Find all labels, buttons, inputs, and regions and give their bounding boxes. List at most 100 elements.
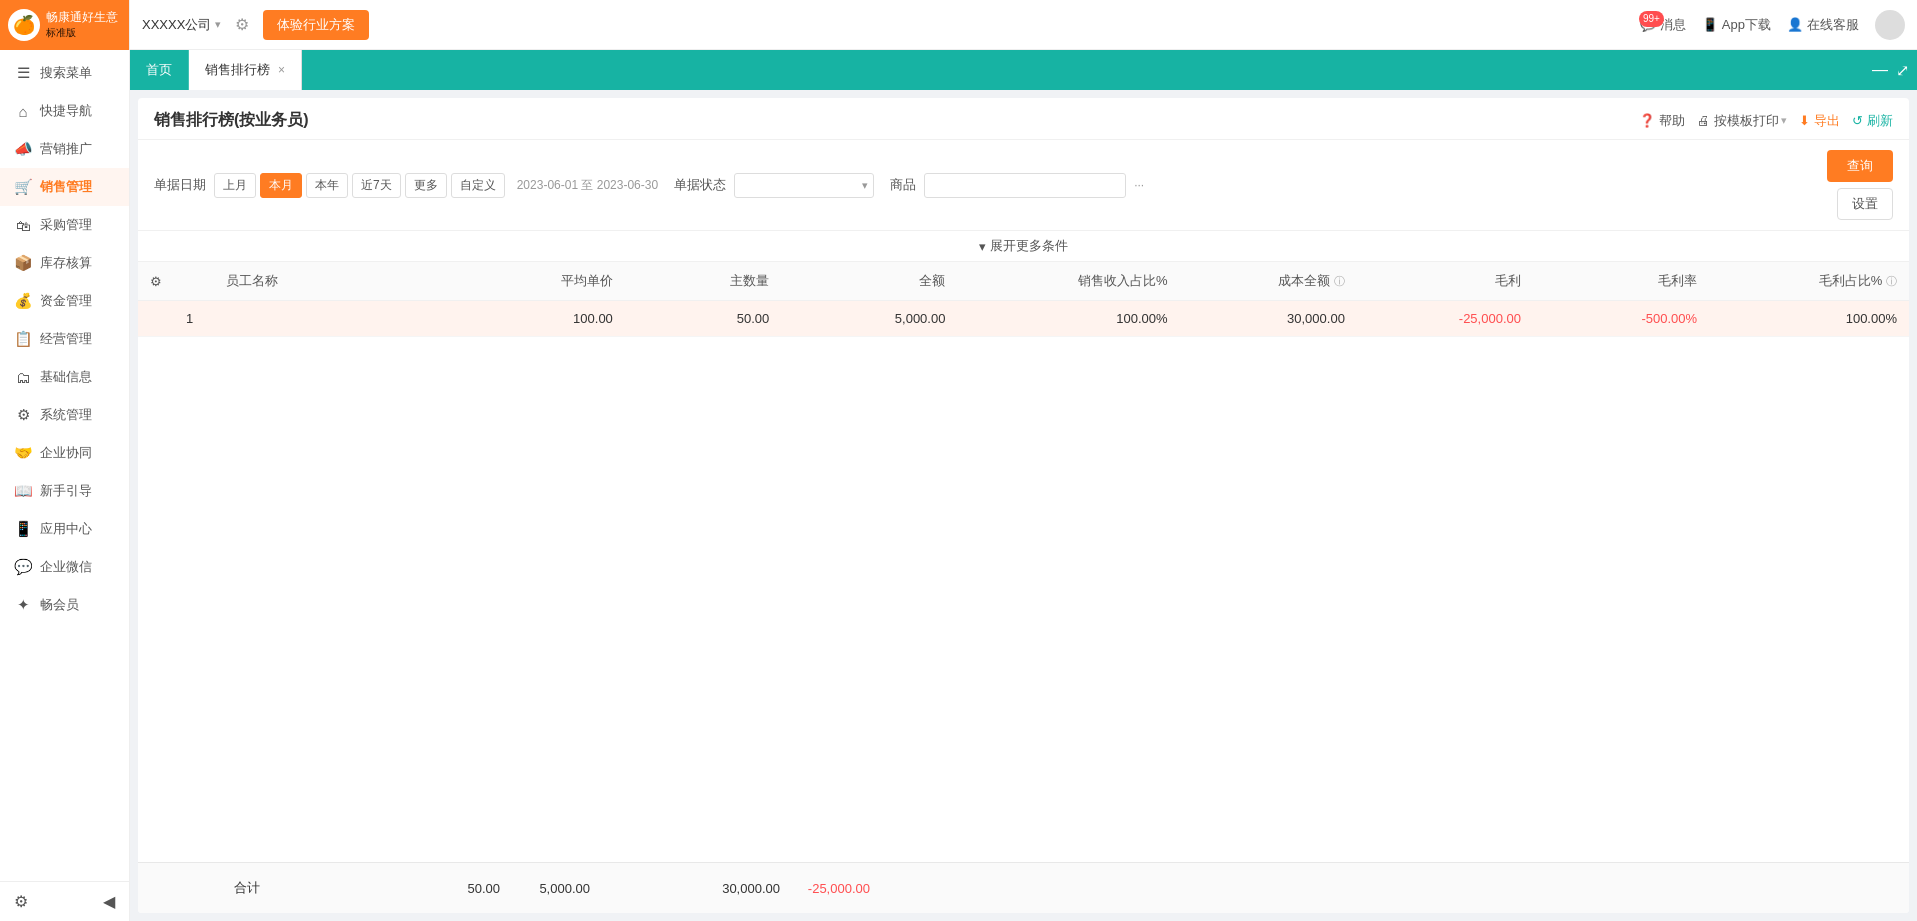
tab-maximize-button[interactable]: ⤢ bbox=[1896, 61, 1909, 80]
footer-prate-cell bbox=[882, 882, 972, 894]
sidebar-item-inventory[interactable]: 📦 库存核算 bbox=[0, 244, 129, 282]
tab-sales-ranking[interactable]: 销售排行榜 × bbox=[189, 50, 302, 90]
inventory-icon: 📦 bbox=[14, 254, 32, 272]
finance-icon: 💰 bbox=[14, 292, 32, 310]
row-employee-name-cell bbox=[214, 301, 449, 337]
online-service-button[interactable]: 👤 在线客服 bbox=[1787, 16, 1859, 34]
sidebar-item-sales[interactable]: 🛒 销售管理 bbox=[0, 168, 129, 206]
col-profit-pct: 毛利占比% ⓘ bbox=[1709, 262, 1909, 301]
tab-close-icon[interactable]: × bbox=[278, 63, 285, 77]
help-icon: ❓ bbox=[1639, 113, 1655, 128]
sidebar-item-base[interactable]: 🗂 基础信息 bbox=[0, 358, 129, 396]
sidebar-item-search[interactable]: ☰ 搜索菜单 bbox=[0, 54, 129, 92]
more-options-icon[interactable]: ··· bbox=[1134, 178, 1144, 192]
footer-pct-cell bbox=[602, 882, 702, 894]
export-button[interactable]: ⬇ 导出 bbox=[1799, 112, 1840, 130]
message-button[interactable]: 💬 99+ 消息 bbox=[1640, 16, 1686, 34]
sidebar-item-member[interactable]: ✦ 畅会员 bbox=[0, 586, 129, 624]
filter-row: 单据日期 上月 本月 本年 近7天 更多 自定义 2023-06-01 至 20… bbox=[154, 150, 1893, 220]
print-button[interactable]: 🖨 按模板打印 bbox=[1697, 112, 1779, 130]
date-filter: 单据日期 上月 本月 本年 近7天 更多 自定义 2023-06-01 至 20… bbox=[154, 173, 658, 198]
help-button[interactable]: ❓ 帮助 bbox=[1639, 112, 1685, 130]
row-num-cell: 1 bbox=[174, 301, 214, 337]
footer-row: 合计 50.00 5,000.00 30,000.00 -25,000.00 bbox=[150, 873, 1897, 903]
print-dropdown[interactable]: 🖨 按模板打印 ▾ bbox=[1697, 112, 1787, 130]
sidebar-item-system[interactable]: ⚙ 系统管理 bbox=[0, 396, 129, 434]
tab-minimize-button[interactable]: — bbox=[1872, 61, 1888, 79]
refresh-icon: ↺ bbox=[1852, 113, 1863, 128]
search-menu-icon: ☰ bbox=[14, 64, 32, 82]
tabbar: 首页 销售排行榜 × — ⤢ bbox=[130, 50, 1917, 90]
status-select-wrap bbox=[734, 173, 874, 198]
col-profit-rate: 毛利率 bbox=[1533, 262, 1709, 301]
footer-qty-cell: 50.00 bbox=[432, 875, 512, 902]
sidebar-item-finance[interactable]: 💰 资金管理 bbox=[0, 282, 129, 320]
sidebar-item-operations[interactable]: 📋 经营管理 bbox=[0, 320, 129, 358]
topbar-gear-icon[interactable]: ⚙ bbox=[235, 15, 249, 34]
table-header-row: ⚙ 员工名称 平均单价 主数量 bbox=[138, 262, 1909, 301]
date-btn-more[interactable]: 更多 bbox=[405, 173, 447, 198]
sidebar-item-wechat[interactable]: 💬 企业微信 bbox=[0, 548, 129, 586]
date-btn-this-month[interactable]: 本月 bbox=[260, 173, 302, 198]
row-avg-price-cell: 100.00 bbox=[449, 301, 625, 337]
row-sales-pct-cell: 100.00% bbox=[957, 301, 1179, 337]
export-icon: ⬇ bbox=[1799, 113, 1810, 128]
row-settings-cell bbox=[138, 301, 174, 337]
print-chevron-icon: ▾ bbox=[1781, 114, 1787, 127]
date-btn-last-month[interactable]: 上月 bbox=[214, 173, 256, 198]
date-btn-this-year[interactable]: 本年 bbox=[306, 173, 348, 198]
table-row: 1 100.00 50.00 bbox=[138, 301, 1909, 337]
sidebar-item-collab[interactable]: 🤝 企业协同 bbox=[0, 434, 129, 472]
tab-home[interactable]: 首页 bbox=[130, 50, 189, 90]
wechat-icon: 💬 bbox=[14, 558, 32, 576]
app-download-button[interactable]: 📱 App下载 bbox=[1702, 16, 1771, 34]
refresh-button[interactable]: ↺ 刷新 bbox=[1852, 112, 1893, 130]
cost-info-icon[interactable]: ⓘ bbox=[1334, 275, 1345, 287]
col-gross-profit: 毛利 bbox=[1357, 262, 1533, 301]
query-button[interactable]: 查询 bbox=[1827, 150, 1893, 182]
status-select[interactable] bbox=[734, 173, 874, 198]
guide-icon: 📖 bbox=[14, 482, 32, 500]
profit-pct-info-icon[interactable]: ⓘ bbox=[1886, 275, 1897, 287]
table-footer: 合计 50.00 5,000.00 30,000.00 -25,000.00 bbox=[138, 862, 1909, 913]
data-table: ⚙ 员工名称 平均单价 主数量 bbox=[138, 262, 1909, 337]
settings-button[interactable]: 设置 bbox=[1837, 188, 1893, 220]
trial-button[interactable]: 体验行业方案 bbox=[263, 10, 369, 40]
logo-text: 畅康通好生意 标准版 bbox=[46, 10, 118, 40]
purchase-icon: 🛍 bbox=[14, 217, 32, 234]
row-cost-cell: 30,000.00 bbox=[1180, 301, 1357, 337]
sidebar-item-purchase[interactable]: 🛍 采购管理 bbox=[0, 206, 129, 244]
expand-conditions-button[interactable]: ▾ 展开更多条件 bbox=[979, 237, 1068, 255]
print-icon: 🖨 bbox=[1697, 113, 1710, 128]
page-title: 销售排行榜(按业务员) bbox=[154, 110, 309, 131]
date-label: 单据日期 bbox=[154, 176, 206, 194]
sidebar-logo: 🍊 畅康通好生意 标准版 bbox=[0, 0, 129, 50]
col-num bbox=[174, 262, 214, 301]
footer-settings-cell bbox=[150, 882, 182, 894]
filter-bar: 单据日期 上月 本月 本年 近7天 更多 自定义 2023-06-01 至 20… bbox=[138, 140, 1909, 231]
footer-profit-cell: -25,000.00 bbox=[792, 875, 882, 902]
member-icon: ✦ bbox=[14, 596, 32, 614]
goods-input[interactable] bbox=[924, 173, 1126, 198]
col-avg-price: 平均单价 bbox=[449, 262, 625, 301]
sidebar-settings-button[interactable]: ⚙ bbox=[14, 892, 28, 911]
user-avatar[interactable] bbox=[1875, 10, 1905, 40]
date-btn-7days[interactable]: 近7天 bbox=[352, 173, 401, 198]
date-range-display: 2023-06-01 至 2023-06-30 bbox=[517, 177, 658, 194]
column-settings-icon[interactable]: ⚙ bbox=[150, 274, 162, 289]
date-options: 上月 本月 本年 近7天 更多 自定义 bbox=[214, 173, 505, 198]
sidebar-item-marketing[interactable]: 📣 营销推广 bbox=[0, 130, 129, 168]
sidebar-item-apps[interactable]: 📱 应用中心 bbox=[0, 510, 129, 548]
date-btn-custom[interactable]: 自定义 bbox=[451, 173, 505, 198]
table-wrap: ⚙ 员工名称 平均单价 主数量 bbox=[138, 262, 1909, 862]
status-label: 单据状态 bbox=[674, 176, 726, 194]
tabbar-actions: — ⤢ bbox=[1864, 50, 1917, 90]
status-filter: 单据状态 bbox=[674, 173, 874, 198]
home-icon: ⌂ bbox=[14, 103, 32, 120]
col-sales-pct: 销售收入占比% bbox=[957, 262, 1179, 301]
expand-chevron-icon: ▾ bbox=[979, 239, 986, 254]
sidebar-collapse-button[interactable]: ◀ bbox=[103, 892, 115, 911]
company-selector[interactable]: XXXXX公司 ▾ bbox=[142, 16, 221, 34]
sidebar-item-shortcuts[interactable]: ⌂ 快捷导航 bbox=[0, 92, 129, 130]
sidebar-item-guide[interactable]: 📖 新手引导 bbox=[0, 472, 129, 510]
